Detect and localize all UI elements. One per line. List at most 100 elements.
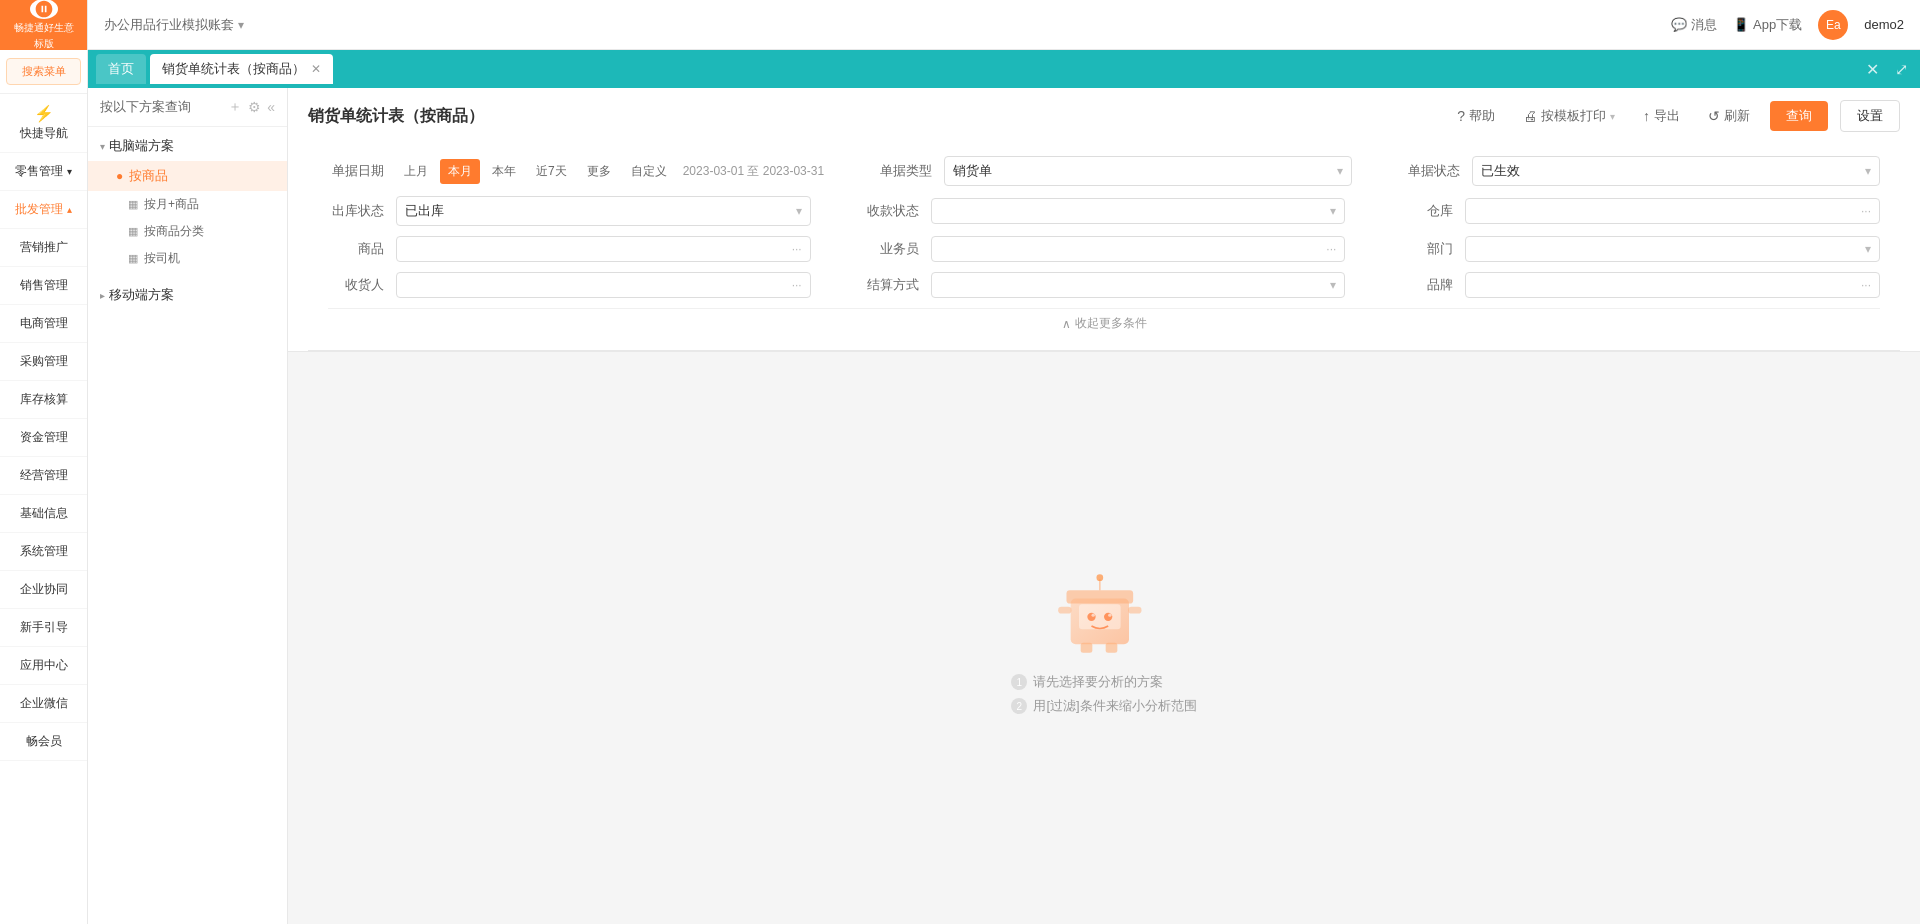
date-tab-custom[interactable]: 自定义 — [623, 159, 675, 184]
export-button[interactable]: ↑ 导出 — [1635, 103, 1688, 129]
quick-nav-icon: ⚡ — [34, 104, 54, 123]
warehouse-control[interactable]: ··· — [1465, 198, 1880, 224]
sidebar-item-label-inventory: 库存核算 — [20, 391, 68, 408]
receive-status-arrow-icon: ▾ — [1330, 204, 1336, 218]
sidebar-item-label-wechat: 企业微信 — [20, 695, 68, 712]
department-control[interactable]: ▾ — [1465, 236, 1880, 262]
sidebar-item-label-operation: 经营管理 — [20, 467, 68, 484]
date-tab-this-month[interactable]: 本月 — [440, 159, 480, 184]
sidebar-item-basic[interactable]: 基础信息 — [0, 495, 87, 533]
top-bar-right: 💬 消息 📱 App下载 Ea demo2 — [1671, 10, 1904, 40]
avatar: Ea — [1818, 10, 1848, 40]
settings-scheme-icon[interactable]: ⚙ — [248, 99, 261, 115]
product-control[interactable]: ··· — [396, 236, 811, 262]
recipient-control[interactable]: ··· — [396, 272, 811, 298]
collapse-panel-icon[interactable]: « — [267, 99, 275, 115]
salesperson-control[interactable]: ··· — [931, 236, 1346, 262]
tab-report[interactable]: 销货单统计表（按商品） ✕ — [150, 54, 333, 84]
sidebar-item-guide[interactable]: 新手引导 — [0, 609, 87, 647]
by-product-icon: ● — [116, 169, 123, 183]
out-status-value: 已出库 — [405, 202, 796, 220]
refresh-icon: ↺ — [1708, 108, 1720, 124]
out-status-label: 出库状态 — [328, 202, 384, 220]
date-tab-7days[interactable]: 近7天 — [528, 159, 575, 184]
logo-icon — [30, 0, 58, 19]
filter-row-3: 商品 ··· 业务员 ··· 部门 ▾ — [328, 236, 1880, 262]
main-content: 1 请先选择要分析的方案 2 用[过滤]条件来缩小分析范围 — [288, 352, 1920, 924]
doc-type-control[interactable]: 销货单 ▾ — [944, 156, 1352, 186]
print-button[interactable]: 🖨 按模板打印 ▾ — [1515, 103, 1623, 129]
sidebar-item-finance[interactable]: 资金管理 — [0, 419, 87, 457]
sidebar: 畅捷通好生意 标版 搜索菜单 ⚡ 快捷导航 零售管理 ▾ 批发管理 ▴ 营销推广… — [0, 0, 88, 924]
sidebar-item-wholesale[interactable]: 批发管理 ▴ — [0, 191, 87, 229]
tab-home[interactable]: 首页 — [96, 54, 146, 84]
sidebar-item-retail[interactable]: 零售管理 ▾ — [0, 153, 87, 191]
product-label: 商品 — [328, 240, 384, 258]
message-button[interactable]: 💬 消息 — [1671, 16, 1717, 34]
scheme-item-by-product[interactable]: ● 按商品 — [88, 161, 287, 191]
sidebar-item-label-retail: 零售管理 — [15, 163, 63, 180]
date-tab-more[interactable]: 更多 — [579, 159, 619, 184]
sub-scheme-label-driver: 按司机 — [144, 250, 180, 267]
refresh-button[interactable]: ↺ 刷新 — [1700, 103, 1758, 129]
sidebar-item-quick-nav[interactable]: ⚡ 快捷导航 — [0, 94, 87, 153]
pc-group-title[interactable]: ▾ 电脑端方案 — [88, 131, 287, 161]
sidebar-item-ecommerce[interactable]: 电商管理 — [0, 305, 87, 343]
sidebar-item-purchase[interactable]: 采购管理 — [0, 343, 87, 381]
receive-status-label: 收款状态 — [863, 202, 919, 220]
doc-status-control[interactable]: 已生效 ▾ — [1472, 156, 1880, 186]
doc-status-label: 单据状态 — [1404, 162, 1460, 180]
sidebar-item-inventory[interactable]: 库存核算 — [0, 381, 87, 419]
date-tab-this-year[interactable]: 本年 — [484, 159, 524, 184]
payment-control[interactable]: ▾ — [931, 272, 1346, 298]
collapse-chevron-icon: ∧ — [1062, 317, 1071, 331]
brand-label: 品牌 — [1397, 276, 1453, 294]
by-category-icon: ▦ — [128, 225, 138, 238]
collapse-filter-button[interactable]: ∧ 收起更多条件 — [328, 308, 1880, 338]
tab-close-icon[interactable]: ✕ — [311, 62, 321, 76]
sidebar-item-label-system: 系统管理 — [20, 543, 68, 560]
svg-point-4 — [1104, 613, 1112, 621]
svg-point-5 — [1091, 614, 1094, 617]
user-name[interactable]: demo2 — [1864, 17, 1904, 32]
help-icon: ? — [1457, 108, 1465, 124]
query-button[interactable]: 查询 — [1770, 101, 1828, 131]
help-button[interactable]: ? 帮助 — [1449, 103, 1503, 129]
out-status-control[interactable]: 已出库 ▾ — [396, 196, 811, 226]
sidebar-item-operation[interactable]: 经营管理 — [0, 457, 87, 495]
search-menu-button[interactable]: 搜索菜单 — [6, 58, 81, 85]
sidebar-item-apps[interactable]: 应用中心 — [0, 647, 87, 685]
mobile-group-title[interactable]: ▸ 移动端方案 — [88, 280, 287, 310]
app-download-button[interactable]: 📱 App下载 — [1733, 16, 1802, 34]
close-tab-button[interactable]: ✕ — [1862, 56, 1883, 83]
maximize-button[interactable]: ⤢ — [1891, 56, 1912, 83]
by-month-product-icon: ▦ — [128, 198, 138, 211]
sidebar-item-wechat[interactable]: 企业微信 — [0, 685, 87, 723]
sidebar-search-area: 搜索菜单 — [0, 50, 87, 94]
filter-row-2: 出库状态 已出库 ▾ 收款状态 ▾ 仓库 ·· — [328, 196, 1880, 226]
receive-status-control[interactable]: ▾ — [931, 198, 1346, 224]
sidebar-item-enterprise[interactable]: 企业协同 — [0, 571, 87, 609]
payment-arrow-icon: ▾ — [1330, 278, 1336, 292]
svg-rect-10 — [1128, 607, 1141, 614]
svg-rect-8 — [1106, 643, 1118, 653]
brand-control[interactable]: ··· — [1465, 272, 1880, 298]
sidebar-item-label-member: 畅会员 — [26, 733, 62, 750]
date-tab-last-month[interactable]: 上月 — [396, 159, 436, 184]
scheme-item-by-month-product[interactable]: ▦ 按月+商品 — [88, 191, 287, 218]
sidebar-item-label-quick: 快捷导航 — [20, 125, 68, 142]
svg-rect-9 — [1058, 607, 1071, 614]
sidebar-item-system[interactable]: 系统管理 — [0, 533, 87, 571]
add-scheme-icon[interactable]: ＋ — [228, 98, 242, 116]
sidebar-item-sales[interactable]: 销售管理 — [0, 267, 87, 305]
department-arrow-icon: ▾ — [1865, 242, 1871, 256]
settings-button[interactable]: 设置 — [1840, 100, 1900, 132]
sidebar-item-member[interactable]: 畅会员 — [0, 723, 87, 761]
message-icon: 💬 — [1671, 17, 1687, 32]
logo: 畅捷通好生意 标版 — [0, 0, 87, 50]
scheme-item-by-driver[interactable]: ▦ 按司机 — [88, 245, 287, 272]
sidebar-item-marketing[interactable]: 营销推广 — [0, 229, 87, 267]
sidebar-item-label-apps: 应用中心 — [20, 657, 68, 674]
scheme-item-by-category[interactable]: ▦ 按商品分类 — [88, 218, 287, 245]
salesperson-label: 业务员 — [863, 240, 919, 258]
